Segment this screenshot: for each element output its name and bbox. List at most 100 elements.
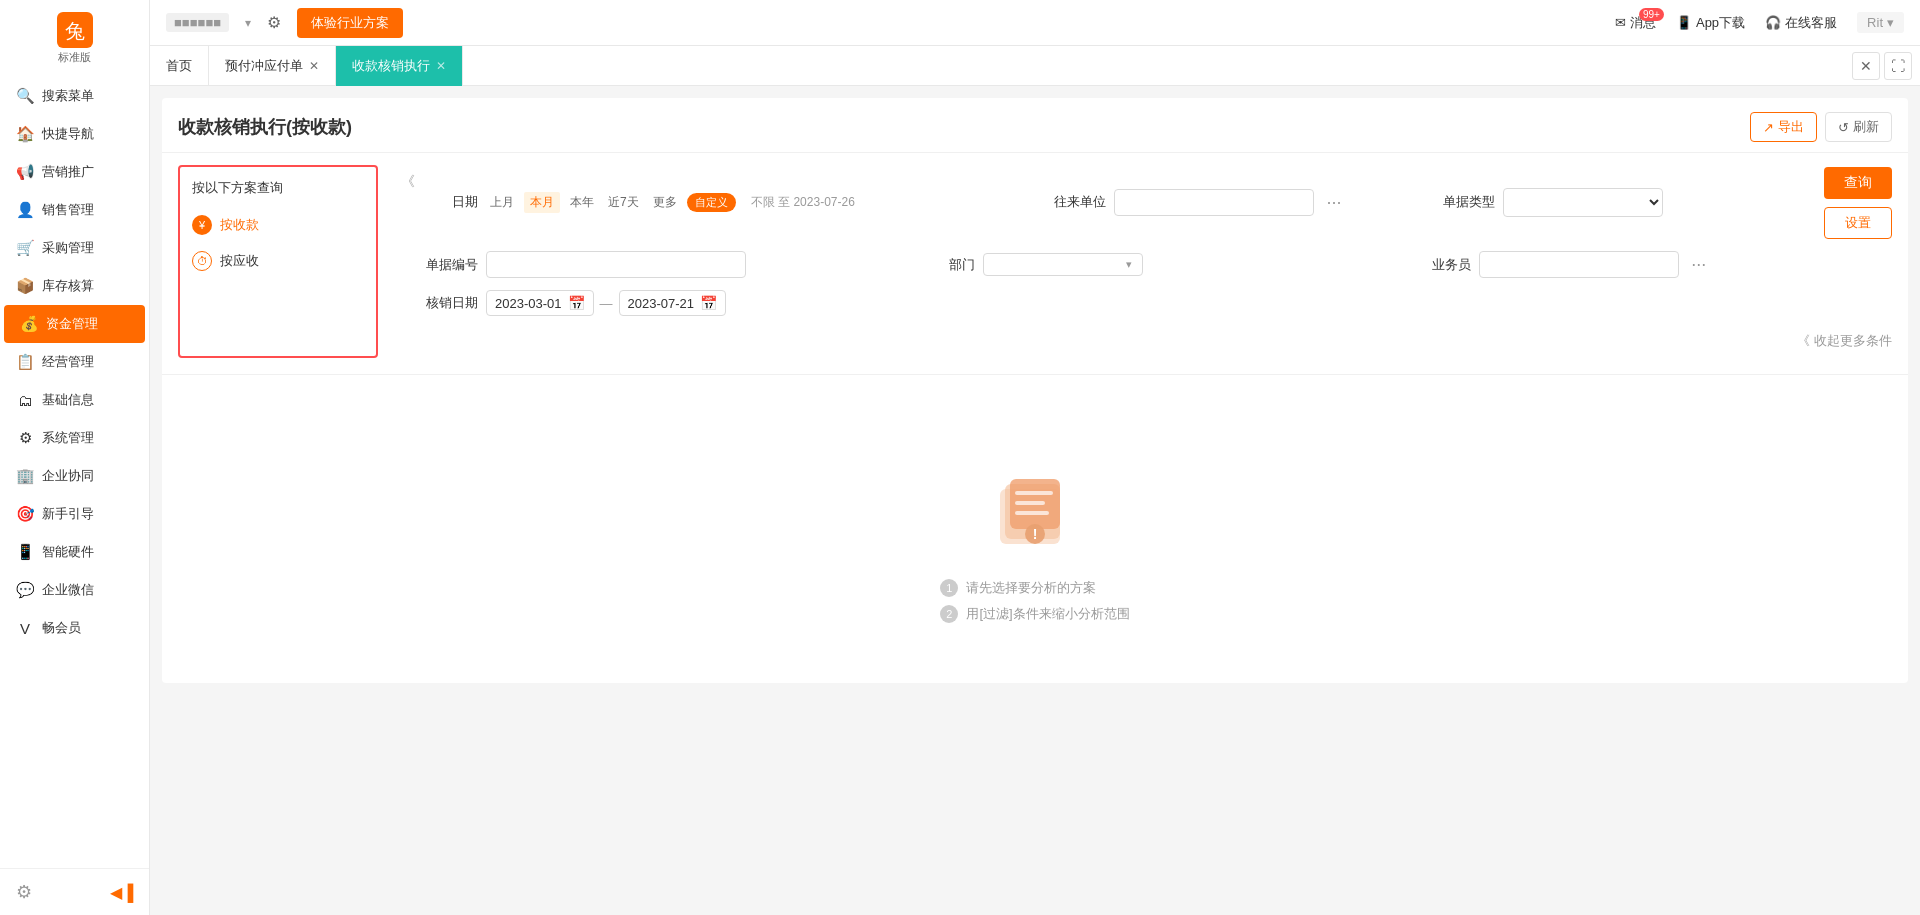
filter-option-receivable-label: 按应收 xyxy=(220,252,259,270)
tip-num-1: 1 xyxy=(940,579,958,597)
sidebar-item-label-8: 基础信息 xyxy=(42,391,94,409)
tab-home[interactable]: 首页 xyxy=(150,46,209,86)
filter-staff-dots[interactable]: ··· xyxy=(1687,254,1710,275)
tabs-bar: 首页 预付冲应付单 ✕ 收款核销执行 ✕ ✕ ⛶ xyxy=(150,46,1920,86)
sidebar-item-12[interactable]: 📱智能硬件 xyxy=(0,533,149,571)
verify-date-separator: — xyxy=(600,296,613,311)
sidebar-item-icon-9: ⚙ xyxy=(16,429,34,447)
sidebar-item-9[interactable]: ⚙ 系统管理 xyxy=(0,419,149,457)
query-button[interactable]: 查询 xyxy=(1824,167,1892,199)
filter-date-label: 日期 xyxy=(418,193,478,211)
filter-row-1: 日期 上月 本月 本年 近7天 更多 自定义 不限 至 2023-0 xyxy=(418,165,1892,239)
verify-date-end-input[interactable]: 2023-07-21 📅 xyxy=(619,290,727,316)
sidebar-item-label-10: 企业协同 xyxy=(42,467,94,485)
filter-row-2: 单据编号 部门 ▾ 业务员 xyxy=(418,251,1892,278)
filter-option-by-receivable[interactable]: ⏱ 按应收 xyxy=(180,243,376,279)
tab-expand-btn[interactable]: ⛶ xyxy=(1884,52,1912,80)
export-button[interactable]: ↗ 导出 xyxy=(1750,112,1817,142)
sidebar-item-1[interactable]: 🏠快捷导航 xyxy=(0,115,149,153)
filter-collapse-btn[interactable]: 《 xyxy=(398,173,418,191)
export-label: 导出 xyxy=(1778,118,1804,136)
sidebar-item-label-13: 企业微信 xyxy=(42,581,94,599)
page-content: 收款核销执行(按收款) ↗ 导出 ↺ 刷新 按以下方案查询 xyxy=(150,86,1920,915)
sidebar-item-label-11: 新手引导 xyxy=(42,505,94,523)
tab-receipt-verify[interactable]: 收款核销执行 ✕ xyxy=(336,46,463,86)
sidebar-item-2[interactable]: 📢营销推广 xyxy=(0,153,149,191)
filter-option-by-receipt[interactable]: ¥ 按收款 xyxy=(180,207,376,243)
online-service-icon: 🎧 xyxy=(1765,15,1781,30)
sidebar-item-label-0: 搜索菜单 xyxy=(42,87,94,105)
svg-text:!: ! xyxy=(1033,526,1038,542)
empty-state-icon: ! xyxy=(985,459,1085,559)
tabs-actions: ✕ ⛶ xyxy=(1852,52,1920,80)
collapse-sidebar-btn[interactable]: ◀▐ xyxy=(110,883,133,902)
setting-button[interactable]: 设置 xyxy=(1824,207,1892,239)
sidebar-item-0[interactable]: 🔍搜索菜单 xyxy=(0,77,149,115)
sidebar-item-7[interactable]: 📋经营管理 xyxy=(0,343,149,381)
filter-docno-input[interactable] xyxy=(486,251,746,278)
settings-footer-icon[interactable]: ⚙ xyxy=(16,881,32,903)
filter-field-dept: 部门 ▾ xyxy=(915,253,1396,276)
tip-text-2: 用[过滤]条件来缩小分析范围 xyxy=(966,605,1129,623)
sidebar-item-icon-5: 📦 xyxy=(16,277,34,295)
sidebar-item-8[interactable]: 🗂基础信息 xyxy=(0,381,149,419)
tab-prepay-label: 预付冲应付单 xyxy=(225,57,303,75)
sidebar-item-label-9: 系统管理 xyxy=(42,429,94,447)
sidebar-item-5[interactable]: 📦库存核算 xyxy=(0,267,149,305)
verify-date-start-input[interactable]: 2023-03-01 📅 xyxy=(486,290,594,316)
message-badge: 99+ xyxy=(1639,8,1664,21)
filter-divider xyxy=(162,374,1908,375)
topbar-app-download[interactable]: 📱 App下载 xyxy=(1676,14,1745,32)
sidebar-item-label-7: 经营管理 xyxy=(42,353,94,371)
date-opt-last-month[interactable]: 上月 xyxy=(486,192,518,213)
sidebar-item-label-12: 智能硬件 xyxy=(42,543,94,561)
date-opt-this-month[interactable]: 本月 xyxy=(524,192,560,213)
filter-docno-label: 单据编号 xyxy=(418,256,478,274)
filter-partner-dots[interactable]: ··· xyxy=(1322,192,1345,213)
sidebar-item-6[interactable]: 💰资金管理 xyxy=(4,305,145,343)
topbar: ■■■■■■ ▾ ⚙ 体验行业方案 ✉ 消息 99+ 📱 App下载 🎧 在线客… xyxy=(150,0,1920,46)
topbar-brand: ■■■■■■ xyxy=(166,13,229,32)
filter-doctype-select[interactable] xyxy=(1503,188,1663,217)
message-icon: ✉ xyxy=(1615,15,1626,30)
topbar-dropdown-icon[interactable]: ▾ xyxy=(245,16,251,30)
verify-date-range: 2023-03-01 📅 — 2023-07-21 📅 xyxy=(486,290,726,316)
verify-date-end-text: 2023-07-21 xyxy=(628,296,695,311)
sidebar-item-4[interactable]: 🛒采购管理 xyxy=(0,229,149,267)
collapse-more-icon: 《 xyxy=(1797,332,1810,350)
topbar-solution-button[interactable]: 体验行业方案 xyxy=(297,8,403,38)
topbar-message-btn[interactable]: ✉ 消息 99+ xyxy=(1615,14,1656,32)
empty-tip-2: 2 用[过滤]条件来缩小分析范围 xyxy=(940,605,1129,623)
sidebar-item-icon-2: 📢 xyxy=(16,163,34,181)
date-opt-more[interactable]: 更多 xyxy=(649,192,681,213)
filter-option-receivable-icon: ⏱ xyxy=(192,251,212,271)
tab-prepay[interactable]: 预付冲应付单 ✕ xyxy=(209,46,336,86)
tab-home-label: 首页 xyxy=(166,57,192,75)
date-opt-custom[interactable]: 自定义 xyxy=(687,193,736,212)
sidebar-item-13[interactable]: 💬企业微信 xyxy=(0,571,149,609)
filter-field-docno: 单据编号 xyxy=(418,251,899,278)
filter-staff-input[interactable] xyxy=(1479,251,1679,278)
sidebar-item-14[interactable]: V畅会员 xyxy=(0,609,149,647)
topbar-online-service[interactable]: 🎧 在线客服 xyxy=(1765,14,1837,32)
svg-rect-7 xyxy=(1015,511,1049,515)
sidebar-item-3[interactable]: 👤销售管理 xyxy=(0,191,149,229)
filter-area: 按以下方案查询 ¥ 按收款 ⏱ 按应收 《 xyxy=(162,153,1908,370)
sidebar-item-11[interactable]: 🎯新手引导 xyxy=(0,495,149,533)
sidebar-item-10[interactable]: 🏢企业协同 xyxy=(0,457,149,495)
collapse-more-conditions[interactable]: 《 收起更多条件 xyxy=(418,328,1892,358)
topbar-gear-icon[interactable]: ⚙ xyxy=(267,13,281,32)
tab-prepay-close[interactable]: ✕ xyxy=(309,59,319,73)
tab-receipt-verify-close[interactable]: ✕ xyxy=(436,59,446,73)
filter-partner-input[interactable] xyxy=(1114,189,1314,216)
filter-field-partner: 往来单位 ··· xyxy=(1046,189,1419,216)
topbar-user[interactable]: Rit ▾ xyxy=(1857,12,1904,33)
filter-field-date: 日期 上月 本月 本年 近7天 更多 自定义 xyxy=(418,192,791,213)
app-download-label: App下载 xyxy=(1696,14,1745,32)
refresh-button[interactable]: ↺ 刷新 xyxy=(1825,112,1892,142)
date-opt-7days[interactable]: 近7天 xyxy=(604,192,643,213)
date-opt-this-year[interactable]: 本年 xyxy=(566,192,598,213)
tab-close-all-btn[interactable]: ✕ xyxy=(1852,52,1880,80)
filter-action-buttons: 查询 设置 xyxy=(1824,165,1892,239)
filter-dept-select[interactable]: ▾ xyxy=(983,253,1143,276)
